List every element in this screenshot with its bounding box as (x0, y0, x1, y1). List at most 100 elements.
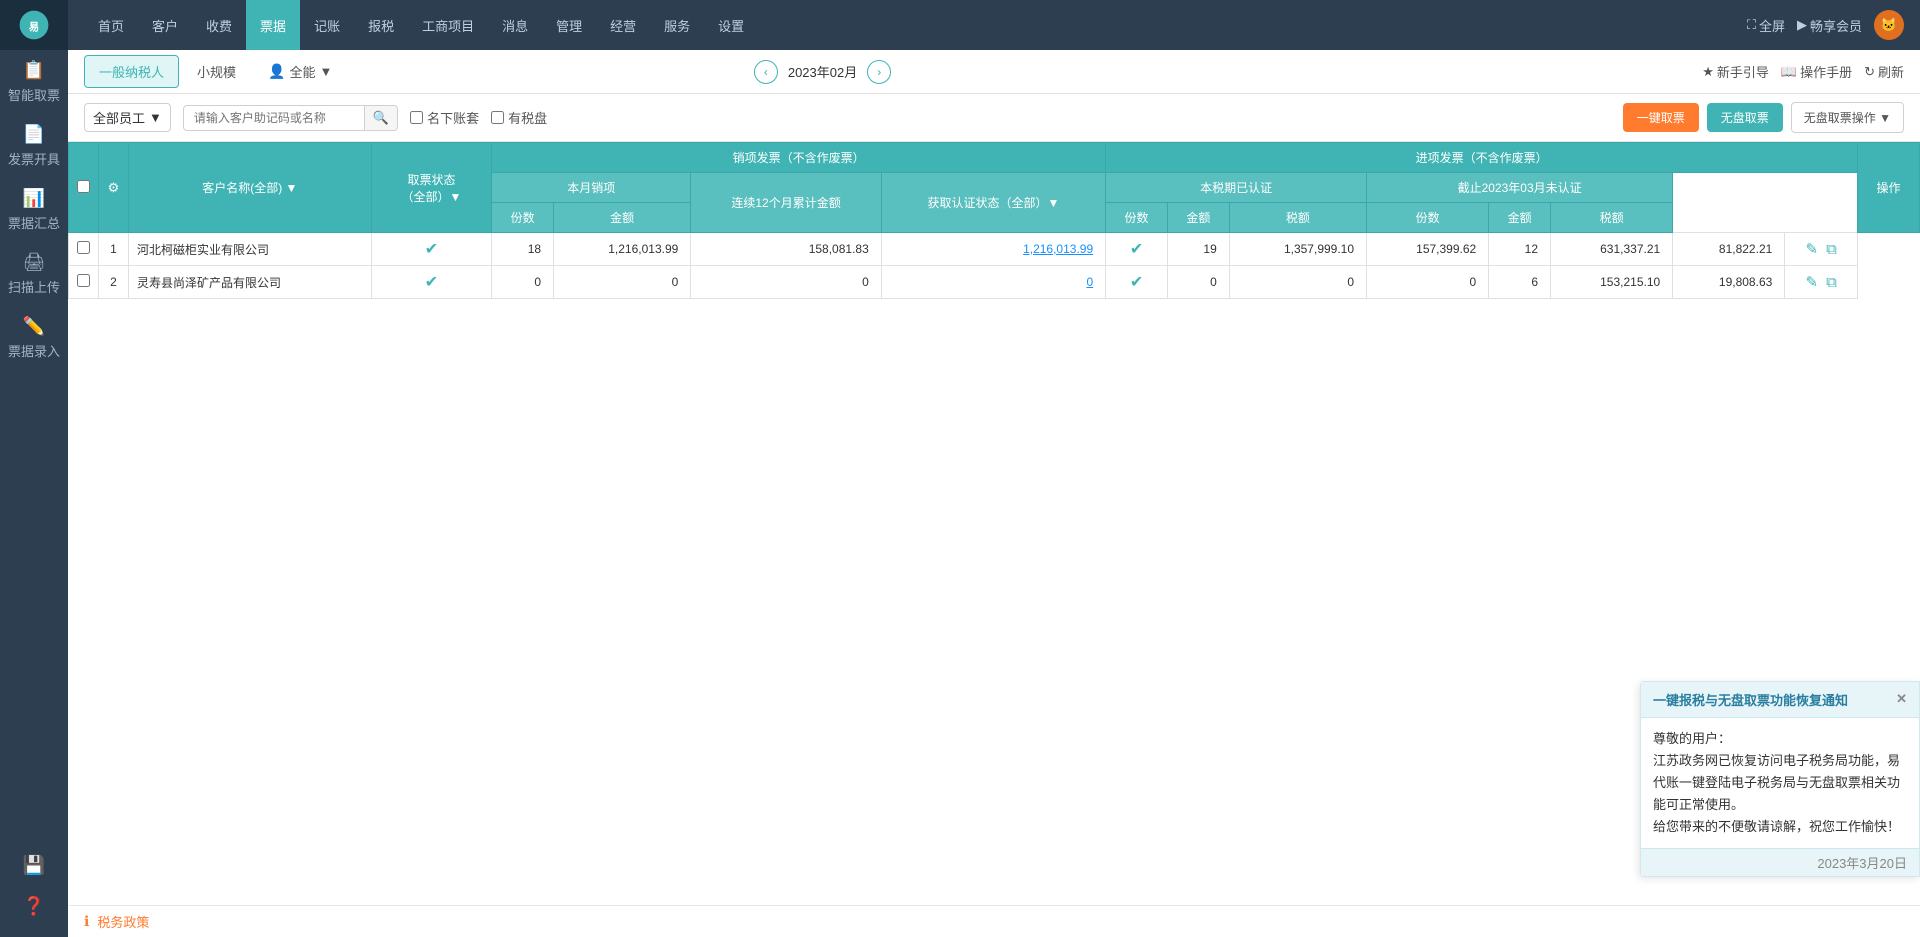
topnav-xiaoxi[interactable]: 消息 (488, 0, 542, 50)
th-cumulative: 连续12个月累计金额 (691, 173, 881, 233)
yijian-qupiao-btn[interactable]: 一键取票 (1623, 103, 1699, 132)
search-icon: 🔍 (373, 110, 389, 125)
row2-cert-tax: 0 (1367, 266, 1489, 299)
row1-cert-amount: 1,357,999.10 (1229, 233, 1366, 266)
notification-line1: 尊敬的用户： (1653, 728, 1907, 750)
sidebar-item-piaohuizhong[interactable]: 📊 票据汇总 (0, 178, 68, 242)
row1-copy-icon[interactable]: ⧉ (1826, 241, 1837, 258)
search-input[interactable] (184, 107, 364, 129)
settings-icon: ⚙ (108, 180, 120, 195)
caozuoshouce-btn[interactable]: 📖 操作手册 (1781, 62, 1852, 81)
shuaxin-btn[interactable]: ↻ 刷新 (1864, 62, 1904, 81)
row1-edit-icon[interactable]: ✎ (1806, 240, 1819, 258)
chevron-down-icon: ▼ (319, 64, 332, 79)
employee-select[interactable]: 全部员工 ▼ (84, 103, 171, 132)
row1-month-count: 18 (492, 233, 554, 266)
topnav-shezhi[interactable]: 设置 (704, 0, 758, 50)
mingxiazhangset-input[interactable] (410, 111, 423, 124)
row1-uncert-tax: 81,822.21 (1673, 233, 1785, 266)
row1-cumulative[interactable]: 1,216,013.99 (881, 233, 1105, 266)
row2-uncert-count: 6 (1489, 266, 1551, 299)
main-table: ⚙ 客户名称(全部) ▼ 取票状态（全部）▼ 销项发票（不含作废票） 进项发票（… (68, 142, 1920, 299)
row2-cert-status: ✔ (1106, 266, 1168, 299)
mingxiazhangset-checkbox[interactable]: 名下账套 (410, 108, 479, 127)
topnav-jingying[interactable]: 经营 (596, 0, 650, 50)
row2-month-count: 0 (492, 266, 554, 299)
avatar[interactable]: 🐱 (1874, 10, 1904, 40)
tab-yibannasuiren[interactable]: 一般纳税人 (84, 55, 179, 88)
fapiaokaiju-icon: 📄 (23, 124, 45, 145)
tab-xiaogui[interactable]: 小规模 (183, 56, 250, 87)
topnav-guanli[interactable]: 管理 (542, 0, 596, 50)
check-icon: ✔ (425, 274, 438, 291)
youzhuepan-input[interactable] (491, 111, 504, 124)
topnav-shouye[interactable]: 首页 (84, 0, 138, 50)
topnav-jizhan[interactable]: 记账 (300, 0, 354, 50)
row2-edit-icon[interactable]: ✎ (1806, 273, 1819, 291)
star-icon: ★ (1702, 64, 1714, 80)
member-btn[interactable]: ▶ 畅享会员 (1797, 16, 1862, 35)
current-month: 2023年02月 (788, 62, 857, 81)
notification-popup: 一键报税与无盘取票功能恢复通知 ✕ 尊敬的用户： 江苏政务网已恢复访问电子税务局… (1640, 681, 1920, 877)
check-icon: ✔ (425, 241, 438, 258)
subnav-actions: ★ 新手引导 📖 操作手册 ↻ 刷新 (1702, 62, 1904, 81)
row2-month-tax: 0 (691, 266, 881, 299)
topnav-right: ⛶ 全屏 ▶ 畅享会员 🐱 (1747, 10, 1904, 40)
th-settings-icon: ⚙ (99, 143, 129, 233)
sidebar-item-piaoludaoru[interactable]: ✏️ 票据录入 (0, 306, 68, 370)
info-icon: ℹ (84, 913, 89, 930)
topnav-shoufei[interactable]: 收费 (192, 0, 246, 50)
subnav: 一般纳税人 小规模 👤 全能 ▼ ‹ 2023年02月 › ★ 新手 (68, 50, 1920, 94)
tax-policy-link[interactable]: 税务政策 (97, 912, 149, 931)
row2-cumulative[interactable]: 0 (881, 266, 1105, 299)
th-month-amount: 金额 (554, 203, 691, 233)
prev-month-btn[interactable]: ‹ (754, 60, 778, 84)
row2-action-cell: ✎ ⧉ (1785, 266, 1858, 299)
wupan-qupiao-btn[interactable]: 无盘取票 (1707, 103, 1783, 132)
next-month-btn[interactable]: › (867, 60, 891, 84)
sidebar-item-zhiqupiao[interactable]: 📋 智能取票 (0, 50, 68, 114)
xinshou-yindao-btn[interactable]: ★ 新手引导 (1702, 62, 1769, 81)
topnav-piaoju[interactable]: 票据 (246, 0, 300, 50)
youzhuepan-checkbox[interactable]: 有税盘 (491, 108, 547, 127)
row2-customer: 灵寿县尚泽矿产品有限公司 (129, 266, 372, 299)
notification-header: 一键报税与无盘取票功能恢复通知 ✕ (1641, 682, 1919, 718)
th-cert-amount: 金额 (1167, 203, 1229, 233)
search-button[interactable]: 🔍 (364, 106, 397, 130)
th-action: 操作 (1858, 143, 1920, 233)
row1-month-amount: 1,216,013.99 (554, 233, 691, 266)
th-customer: 客户名称(全部) ▼ (129, 143, 372, 233)
row2-copy-icon[interactable]: ⧉ (1826, 274, 1837, 291)
row1-num: 1 (99, 233, 129, 266)
notification-title: 一键报税与无盘取票功能恢复通知 (1653, 690, 1848, 709)
topnav-kehu[interactable]: 客户 (138, 0, 192, 50)
notification-body: 尊敬的用户： 江苏政务网已恢复访问电子税务局功能，易代账一键登陆电子税务局与无盘… (1641, 718, 1919, 848)
zhiqupiao-icon: 📋 (23, 60, 45, 81)
sidebar-item-download[interactable]: 💾 (0, 845, 68, 886)
row1-action-cell: ✎ ⧉ (1785, 233, 1858, 266)
topnav: 首页 客户 收费 票据 记账 报税 工商项目 消息 管理 经营 服务 设置 ⛶ … (68, 0, 1920, 50)
sidebar-bottom: 💾 ❓ (0, 845, 68, 937)
topnav-gongshang[interactable]: 工商项目 (408, 0, 488, 50)
row2-checkbox[interactable] (77, 274, 90, 287)
topnav-baoshui[interactable]: 报税 (354, 0, 408, 50)
notification-close-btn[interactable]: ✕ (1896, 691, 1907, 707)
select-all-checkbox[interactable] (77, 180, 90, 193)
search-box: 🔍 (183, 105, 398, 131)
tab-quanneng[interactable]: 👤 全能 ▼ (254, 56, 346, 87)
row1-checkbox[interactable] (77, 241, 90, 254)
row2-uncert-tax: 19,808.63 (1673, 266, 1785, 299)
sidebar-item-fapiaokaiju[interactable]: 📄 发票开具 (0, 114, 68, 178)
notification-line3: 给您带来的不便敬请谅解，祝您工作愉快！ (1653, 816, 1907, 838)
fullscreen-btn[interactable]: ⛶ 全屏 (1747, 16, 1785, 35)
wupan-caozuo-btn[interactable]: 无盘取票操作 ▼ (1791, 102, 1904, 133)
topnav-fuwu[interactable]: 服务 (650, 0, 704, 50)
row2-cert-count: 0 (1167, 266, 1229, 299)
notification-scroll[interactable]: 尊敬的用户： 江苏政务网已恢复访问电子税务局功能，易代账一键登陆电子税务局与无盘… (1641, 718, 1919, 848)
help-icon: ❓ (23, 896, 45, 917)
sidebar-item-saomiaoshangchuan[interactable]: 🖨 扫描上传 (0, 242, 68, 306)
sidebar-item-help[interactable]: ❓ (0, 886, 68, 927)
bottombar: ℹ 税务政策 (68, 905, 1920, 937)
row2-checkbox-cell (69, 266, 99, 299)
filterbar: 全部员工 ▼ 🔍 名下账套 有税盘 一键取票 无盘取票 无盘取票操作 ▼ (68, 94, 1920, 142)
